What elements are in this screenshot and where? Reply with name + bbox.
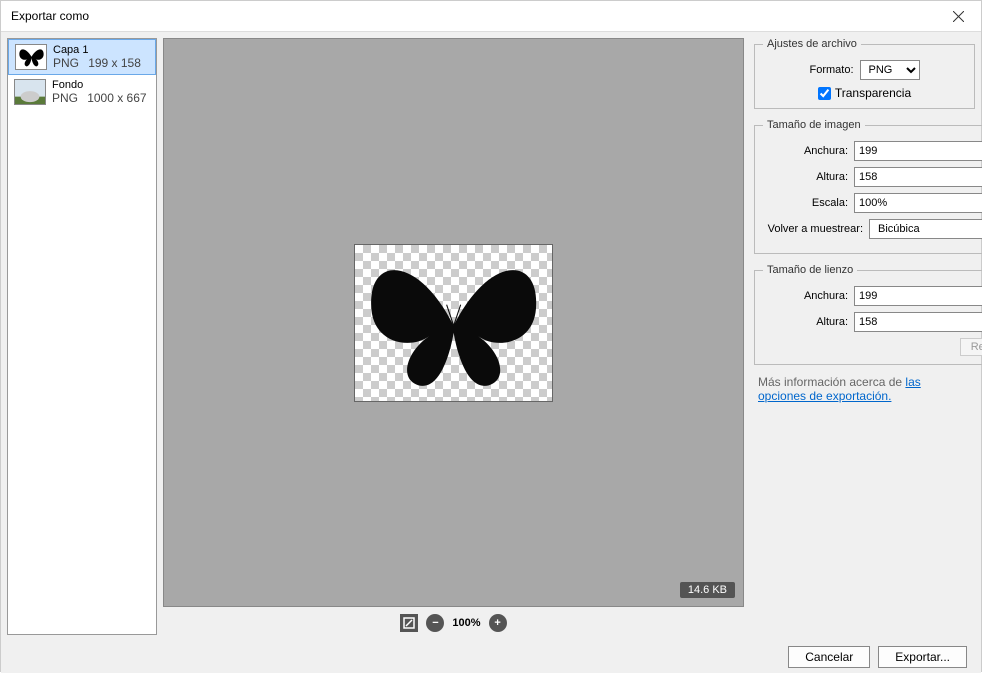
file-settings-legend: Ajustes de archivo: [763, 38, 861, 50]
canvas-height-input[interactable]: [854, 312, 982, 332]
layer-item-capa1[interactable]: Capa 1 PNG 199 x 158: [8, 39, 156, 75]
layers-panel: Capa 1 PNG 199 x 158 Fondo PNG 1000 x 66…: [7, 38, 157, 635]
zoom-out-button[interactable]: −: [426, 614, 444, 632]
layer-item-fondo[interactable]: Fondo PNG 1000 x 667: [8, 75, 156, 110]
title-bar: Exportar como: [1, 1, 981, 31]
dialog-footer: Cancelar Exportar...: [1, 641, 981, 673]
cancel-button[interactable]: Cancelar: [788, 646, 870, 668]
layer-info: Fondo PNG 1000 x 667: [52, 79, 147, 105]
file-settings-group: Ajustes de archivo Formato: PNG Transpar…: [754, 38, 975, 109]
transparency-label: Transparencia: [835, 86, 911, 100]
width-label: Anchura:: [763, 145, 848, 157]
format-label: Formato:: [809, 64, 853, 76]
filesize-badge: 14.6 KB: [680, 582, 735, 598]
butterfly-preview-icon: [365, 252, 542, 392]
close-button[interactable]: [936, 1, 981, 31]
more-info-text: Más información acerca de las opciones d…: [754, 375, 975, 403]
restore-button[interactable]: Restaurar: [960, 338, 982, 356]
resample-label: Volver a muestrear:: [763, 223, 863, 235]
image-width-input[interactable]: [854, 141, 982, 161]
canvas-width-label: Anchura:: [763, 290, 848, 302]
resample-select[interactable]: Bicúbica: [869, 219, 982, 239]
layer-thumbnail: [14, 79, 46, 105]
layer-meta: PNG 1000 x 667: [52, 91, 147, 105]
canvas-size-group: Tamaño de lienzo Anchura: px Altura: px …: [754, 264, 982, 365]
transparency-checkbox[interactable]: [818, 87, 831, 100]
fit-screen-button[interactable]: [400, 614, 418, 632]
scale-input[interactable]: [854, 193, 982, 213]
fit-icon: [403, 617, 415, 629]
zoom-level: 100%: [452, 617, 480, 629]
preview-column: 14.6 KB − 100% +: [163, 38, 744, 635]
zoom-in-button[interactable]: +: [489, 614, 507, 632]
layer-thumbnail: [15, 44, 47, 70]
main-area: Capa 1 PNG 199 x 158 Fondo PNG 1000 x 66…: [1, 31, 981, 641]
preview-canvas: 14.6 KB: [163, 38, 744, 607]
layer-name: Capa 1: [53, 44, 141, 56]
canvas-width-input[interactable]: [854, 286, 982, 306]
landscape-icon: [15, 80, 45, 104]
canvas-height-label: Altura:: [763, 316, 848, 328]
window-title: Exportar como: [11, 9, 89, 23]
layer-info: Capa 1 PNG 199 x 158: [53, 44, 141, 70]
layer-meta: PNG 199 x 158: [53, 56, 141, 70]
image-size-group: Tamaño de imagen Anchura: px Altura: px …: [754, 119, 982, 254]
butterfly-icon: [18, 46, 45, 68]
scale-label: Escala:: [763, 197, 848, 209]
format-select[interactable]: PNG: [860, 60, 920, 80]
preview-image: [354, 244, 553, 402]
zoom-toolbar: − 100% +: [163, 611, 744, 635]
layer-name: Fondo: [52, 79, 147, 91]
close-icon: [953, 11, 964, 22]
canvas-size-legend: Tamaño de lienzo: [763, 264, 857, 276]
height-label: Altura:: [763, 171, 848, 183]
image-size-legend: Tamaño de imagen: [763, 119, 865, 131]
image-height-input[interactable]: [854, 167, 982, 187]
export-button[interactable]: Exportar...: [878, 646, 967, 668]
settings-panel: Ajustes de archivo Formato: PNG Transpar…: [750, 38, 975, 635]
